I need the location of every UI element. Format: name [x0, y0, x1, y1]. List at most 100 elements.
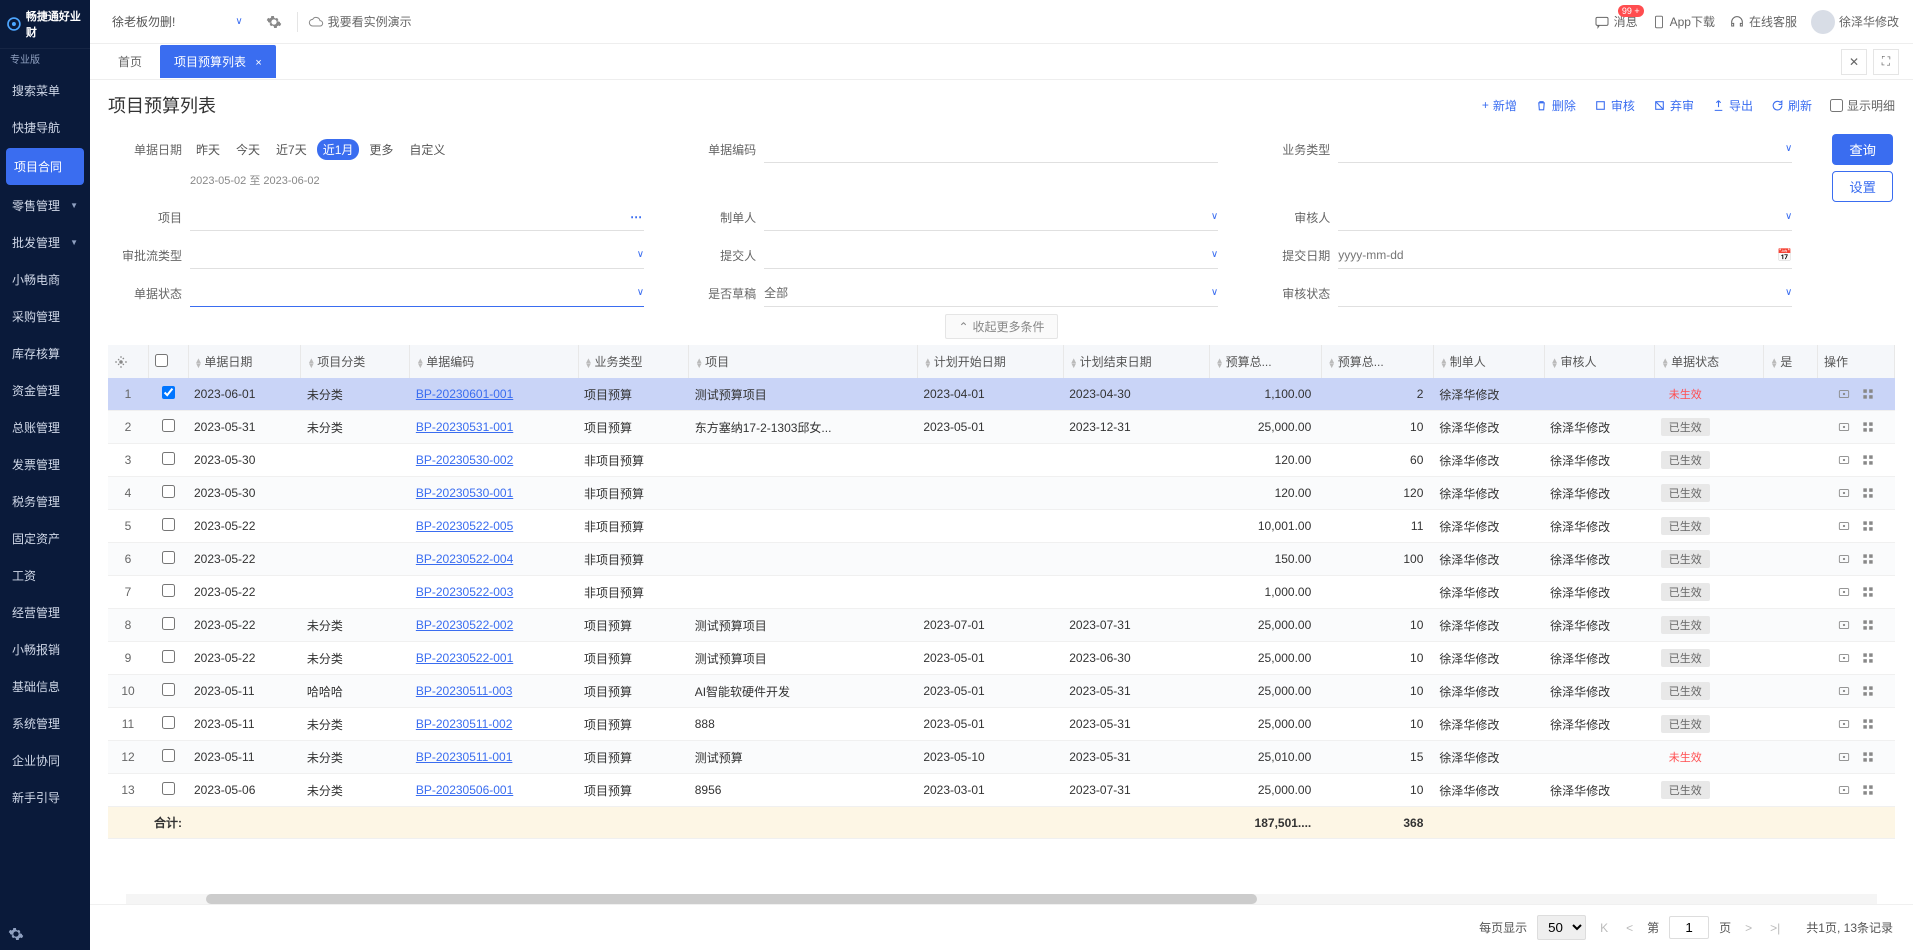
nav-item-11[interactable]: 税务管理 [0, 483, 90, 520]
row-checkbox[interactable] [162, 419, 175, 432]
settings-button[interactable] [261, 9, 287, 35]
more-icon[interactable] [1861, 585, 1875, 599]
view-icon[interactable] [1837, 717, 1851, 731]
nav-item-7[interactable]: 库存核算 [0, 335, 90, 372]
page-first[interactable]: K [1596, 921, 1612, 935]
col-total2[interactable]: ▲▼预算总... [1321, 345, 1433, 378]
nav-item-13[interactable]: 工资 [0, 557, 90, 594]
per-page-select[interactable]: 50 [1537, 915, 1586, 940]
page-input[interactable] [1669, 916, 1709, 939]
filter-draft-select[interactable]: 全部∨ [764, 279, 1218, 307]
code-link[interactable]: BP-20230522-004 [416, 552, 513, 566]
nav-item-0[interactable]: 搜索菜单 [0, 72, 90, 109]
nav-item-6[interactable]: 采购管理 [0, 298, 90, 335]
view-icon[interactable] [1837, 486, 1851, 500]
row-checkbox[interactable] [162, 551, 175, 564]
more-icon[interactable] [1861, 420, 1875, 434]
filter-auditor-select[interactable]: ∨ [1338, 203, 1792, 231]
nav-item-2[interactable]: 项目合同 [6, 148, 84, 185]
nav-item-19[interactable]: 新手引导 [0, 779, 90, 816]
audit-button[interactable]: 审核 [1594, 97, 1635, 114]
table-row[interactable]: 9 2023-05-22 未分类 BP-20230522-001 项目预算 测试… [108, 642, 1895, 675]
code-link[interactable]: BP-20230530-001 [416, 486, 513, 500]
filter-code-input[interactable] [764, 135, 1218, 163]
page-next[interactable]: > [1741, 921, 1756, 935]
search-button[interactable]: 查询 [1832, 134, 1893, 165]
nav-item-1[interactable]: 快捷导航 [0, 109, 90, 146]
nav-item-10[interactable]: 发票管理 [0, 446, 90, 483]
nav-item-4[interactable]: 批发管理▼ [0, 224, 90, 261]
date-today[interactable]: 今天 [230, 139, 266, 160]
row-checkbox[interactable] [162, 518, 175, 531]
user-menu[interactable]: 徐泽华修改 [1811, 10, 1899, 34]
date-more[interactable]: 更多 [363, 139, 399, 160]
date-custom[interactable]: 自定义 [403, 139, 451, 160]
date-7d[interactable]: 近7天 [270, 139, 313, 160]
table-row[interactable]: 13 2023-05-06 未分类 BP-20230506-001 项目预算 8… [108, 774, 1895, 807]
more-icon[interactable] [1861, 717, 1875, 731]
table-row[interactable]: 12 2023-05-11 未分类 BP-20230511-001 项目预算 测… [108, 741, 1895, 774]
delete-button[interactable]: 删除 [1535, 97, 1576, 114]
col-category[interactable]: ▲▼项目分类 [301, 345, 410, 378]
nav-item-5[interactable]: 小畅电商 [0, 261, 90, 298]
tab-expand-button[interactable]: ⛶ [1873, 49, 1899, 75]
col-config[interactable] [108, 345, 148, 378]
table-row[interactable]: 7 2023-05-22 BP-20230522-003 非项目预算 1,000… [108, 576, 1895, 609]
code-link[interactable]: BP-20230511-003 [416, 684, 513, 698]
col-auditor[interactable]: ▲▼审核人 [1544, 345, 1655, 378]
demo-link[interactable]: 我要看实例演示 [308, 13, 412, 30]
show-detail-checkbox[interactable]: 显示明细 [1830, 97, 1895, 114]
table-row[interactable]: 3 2023-05-30 BP-20230530-002 非项目预算 120.0… [108, 444, 1895, 477]
view-icon[interactable] [1837, 552, 1851, 566]
add-button[interactable]: +新增 [1482, 97, 1517, 114]
collapse-filters-button[interactable]: ⌃ 收起更多条件 [945, 314, 1057, 339]
view-icon[interactable] [1837, 684, 1851, 698]
export-button[interactable]: 导出 [1712, 97, 1753, 114]
row-checkbox[interactable] [162, 782, 175, 795]
row-checkbox[interactable] [162, 683, 175, 696]
scrollbar-thumb[interactable] [206, 894, 1257, 904]
col-code[interactable]: ▲▼单据编码 [410, 345, 578, 378]
nav-item-15[interactable]: 小畅报销 [0, 631, 90, 668]
app-download-button[interactable]: App下载 [1652, 13, 1715, 30]
nav-item-3[interactable]: 零售管理▼ [0, 187, 90, 224]
row-checkbox[interactable] [162, 452, 175, 465]
more-icon[interactable] [1861, 651, 1875, 665]
messages-button[interactable]: 99 + 消息 [1594, 13, 1638, 30]
table-row[interactable]: 11 2023-05-11 未分类 BP-20230511-002 项目预算 8… [108, 708, 1895, 741]
view-icon[interactable] [1837, 783, 1851, 797]
code-link[interactable]: BP-20230506-001 [416, 783, 513, 797]
row-checkbox[interactable] [162, 485, 175, 498]
code-link[interactable]: BP-20230522-003 [416, 585, 513, 599]
tab-budget-list[interactable]: 项目预算列表 × [160, 45, 276, 78]
row-checkbox[interactable] [162, 650, 175, 663]
view-icon[interactable] [1837, 420, 1851, 434]
code-link[interactable]: BP-20230522-001 [416, 651, 513, 665]
row-checkbox[interactable] [162, 584, 175, 597]
view-icon[interactable] [1837, 618, 1851, 632]
filter-btype-select[interactable]: ∨ [1338, 135, 1792, 163]
date-1m[interactable]: 近1月 [317, 139, 360, 160]
col-project[interactable]: ▲▼项目 [689, 345, 918, 378]
nav-item-14[interactable]: 经营管理 [0, 594, 90, 631]
filter-submitdate-input[interactable]: 📅 [1338, 241, 1792, 269]
col-extra[interactable]: ▲▼是 [1764, 345, 1818, 378]
date-yesterday[interactable]: 昨天 [190, 139, 226, 160]
filter-auditstatus-select[interactable]: ∨ [1338, 279, 1792, 307]
code-link[interactable]: BP-20230530-002 [416, 453, 513, 467]
tab-home[interactable]: 首页 [104, 45, 156, 78]
close-icon[interactable]: × [255, 57, 261, 69]
horizontal-scrollbar[interactable] [126, 894, 1877, 904]
more-icon[interactable] [1861, 387, 1875, 401]
refresh-button[interactable]: 刷新 [1771, 97, 1812, 114]
nav-item-12[interactable]: 固定资产 [0, 520, 90, 557]
table-row[interactable]: 2 2023-05-31 未分类 BP-20230531-001 项目预算 东方… [108, 411, 1895, 444]
col-date[interactable]: ▲▼单据日期 [188, 345, 301, 378]
filter-creator-select[interactable]: ∨ [764, 203, 1218, 231]
row-checkbox[interactable] [162, 386, 175, 399]
code-link[interactable]: BP-20230601-001 [416, 387, 513, 401]
nav-item-16[interactable]: 基础信息 [0, 668, 90, 705]
nav-item-9[interactable]: 总账管理 [0, 409, 90, 446]
table-row[interactable]: 1 2023-06-01 未分类 BP-20230601-001 项目预算 测试… [108, 378, 1895, 411]
code-link[interactable]: BP-20230531-001 [416, 420, 513, 434]
